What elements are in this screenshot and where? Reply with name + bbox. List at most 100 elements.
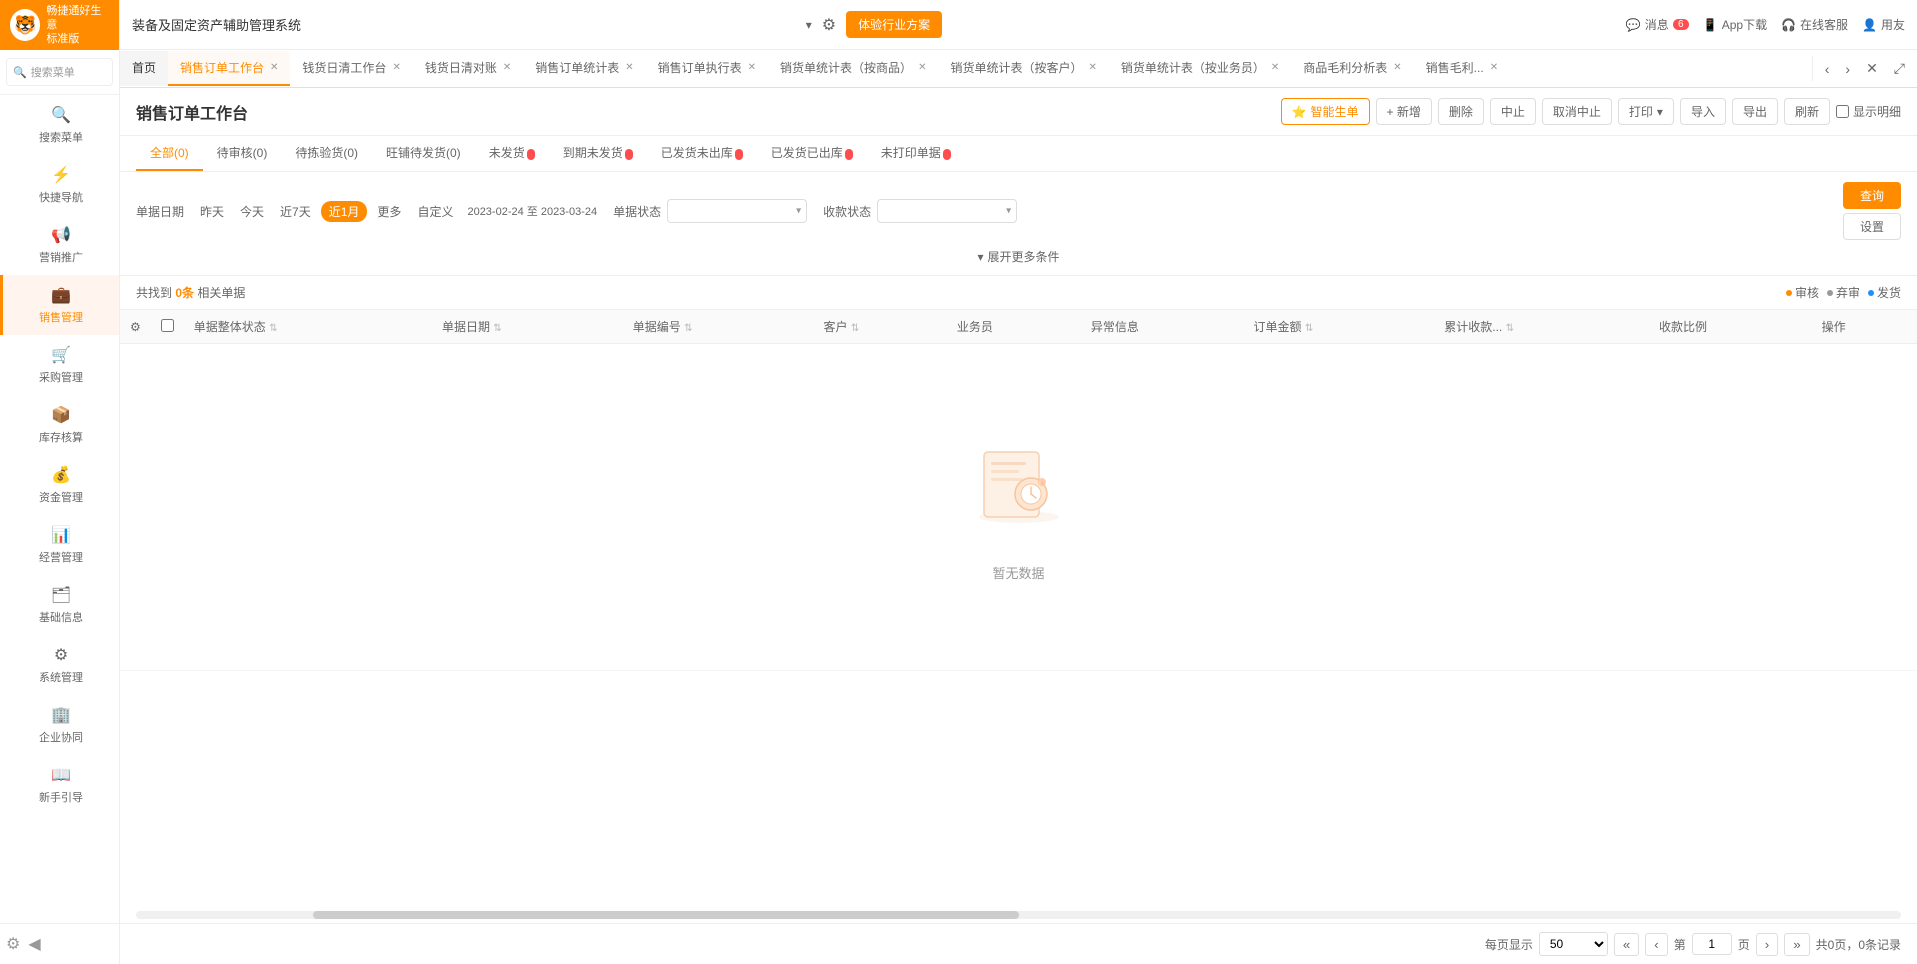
tab-cash-daily-reconcile[interactable]: 钱货日清对账✕ — [413, 51, 523, 86]
expand-conditions-button[interactable]: ▾ 展开更多条件 — [977, 248, 1059, 265]
show-detail-checkbox[interactable] — [1836, 105, 1849, 118]
sort-amount-icon[interactable]: ⇅ — [1305, 323, 1313, 334]
tab-close-gross-profit[interactable]: ✕ — [1393, 62, 1401, 73]
import-button[interactable]: 导入 — [1680, 98, 1726, 125]
last-page-button[interactable]: » — [1784, 933, 1809, 956]
sort-customer-icon[interactable]: ⇅ — [851, 323, 859, 334]
tab-sales-exec[interactable]: 销售订单执行表✕ — [646, 51, 768, 86]
select-all-checkbox[interactable] — [161, 319, 174, 332]
scrollbar-thumb[interactable] — [313, 911, 1019, 919]
tab-close-cash-daily-reconcile[interactable]: ✕ — [503, 62, 511, 73]
sort-date-icon[interactable]: ⇅ — [493, 323, 501, 334]
filter-tab-shipped-not-out[interactable]: 已发货未出库 — [647, 136, 757, 171]
sidebar-item-marketing[interactable]: 📢 营销推广 — [0, 215, 119, 275]
sidebar-item-quick-nav[interactable]: ⚡ 快捷导航 — [0, 155, 119, 215]
tab-nav-prev[interactable]: ‹ — [1819, 57, 1836, 81]
prev-page-button[interactable]: ‹ — [1645, 933, 1667, 956]
tab-close-sales-stats-product[interactable]: ✕ — [918, 62, 926, 73]
sort-status-icon[interactable]: ⇅ — [269, 323, 277, 334]
filter-tab-all[interactable]: 全部(0) — [136, 136, 203, 171]
tab-home[interactable]: 首页 — [120, 51, 168, 86]
horizontal-scrollbar[interactable] — [120, 907, 1917, 923]
filter-tab-bar: 全部(0)待审核(0)待拣验货(0)旺铺待发货(0)未发货到期未发货已发货未出库… — [120, 136, 1917, 172]
page-number-input[interactable] — [1692, 933, 1732, 955]
sort-cumulative-icon[interactable]: ⇅ — [1506, 323, 1514, 334]
table-header: ⚙ 单据整体状态 ⇅ 单据日期 ⇅ — [120, 310, 1917, 344]
date-custom[interactable]: 自定义 — [411, 201, 459, 222]
message-button[interactable]: 💬 消息 6 — [1626, 16, 1689, 33]
sidebar-item-sales[interactable]: 💼 销售管理 — [0, 275, 119, 335]
tab-close-sales-stats[interactable]: ✕ — [625, 62, 633, 73]
first-page-button[interactable]: « — [1614, 933, 1639, 956]
tab-sales-stats[interactable]: 销售订单统计表✕ — [523, 51, 645, 86]
filter-tab-not-shipped[interactable]: 未发货 — [475, 136, 549, 171]
revoke-action-button[interactable]: 弃审 — [1827, 284, 1860, 301]
filter-tab-wangpu-pending[interactable]: 旺铺待发货(0) — [372, 136, 475, 171]
tab-maximize[interactable]: ⤢ — [1888, 56, 1911, 81]
date-more[interactable]: 更多 — [371, 201, 407, 222]
cancel-suspend-button[interactable]: 取消中止 — [1542, 98, 1612, 125]
settings-icon[interactable]: ⚙ — [6, 934, 20, 954]
filter-tab-not-printed[interactable]: 未打印单据 — [867, 136, 965, 171]
show-detail-label[interactable]: 显示明细 — [1836, 103, 1901, 120]
system-dropdown[interactable]: ▾ — [806, 18, 812, 32]
sidebar-item-system[interactable]: ⚙ 系统管理 — [0, 635, 119, 695]
tab-close-all[interactable]: ✕ — [1860, 56, 1884, 81]
tab-close-sales-stats-employee[interactable]: ✕ — [1271, 62, 1279, 73]
collapse-icon[interactable]: ◀ — [28, 934, 40, 954]
filter-tab-pending-review[interactable]: 待审核(0) — [203, 136, 282, 171]
print-button[interactable]: 打印 ▾ — [1618, 98, 1674, 125]
date-yesterday[interactable]: 昨天 — [194, 201, 230, 222]
tab-cash-daily[interactable]: 钱货日清工作台✕ — [290, 51, 412, 86]
user-button[interactable]: 👤 用友 — [1862, 16, 1905, 33]
refresh-button[interactable]: 刷新 — [1784, 98, 1830, 125]
gear-icon[interactable]: ⚙ — [822, 15, 836, 35]
query-button[interactable]: 查询 — [1843, 182, 1901, 209]
filter-tab-pending-inspect[interactable]: 待拣验货(0) — [281, 136, 372, 171]
tab-close-sales-exec[interactable]: ✕ — [748, 62, 756, 73]
sidebar-item-search[interactable]: 🔍 搜索菜单 — [0, 95, 119, 155]
sidebar-item-finance[interactable]: 💰 资金管理 — [0, 455, 119, 515]
sidebar-item-guide[interactable]: 📖 新手引导 — [0, 755, 119, 815]
app-download-button[interactable]: 📱 App下载 — [1703, 16, 1767, 33]
tab-sales-stats-customer[interactable]: 销货单统计表（按客户）✕ — [938, 51, 1108, 86]
solution-button[interactable]: 体验行业方案 — [846, 11, 942, 38]
add-button[interactable]: + 新增 — [1376, 98, 1432, 125]
sidebar-item-purchase[interactable]: 🛒 采购管理 — [0, 335, 119, 395]
tab-sales-stats-employee[interactable]: 销货单统计表（按业务员）✕ — [1109, 51, 1291, 86]
filter-tab-shipped-out[interactable]: 已发货已出库 — [757, 136, 867, 171]
tab-sales-more[interactable]: 销售毛利...✕ — [1414, 51, 1510, 86]
tab-close-cash-daily[interactable]: ✕ — [392, 62, 400, 73]
column-settings-icon[interactable]: ⚙ — [130, 320, 141, 334]
status-select[interactable] — [667, 199, 807, 223]
sidebar-item-operation[interactable]: 📊 经营管理 — [0, 515, 119, 575]
next-page-button[interactable]: › — [1756, 933, 1778, 956]
search-menu-button[interactable]: 🔍 搜索菜单 — [6, 58, 113, 86]
sidebar-item-basic-info[interactable]: 🗂 基础信息 — [0, 575, 119, 635]
smart-generate-button[interactable]: ⭐ 智能生单 — [1281, 98, 1370, 125]
tab-sales-workbench[interactable]: 销售订单工作台✕ — [168, 51, 290, 86]
delete-button[interactable]: 删除 — [1438, 98, 1484, 125]
suspend-button[interactable]: 中止 — [1490, 98, 1536, 125]
payment-select[interactable] — [877, 199, 1017, 223]
ship-action-button[interactable]: 发货 — [1868, 284, 1901, 301]
tab-close-sales-stats-customer[interactable]: ✕ — [1088, 62, 1096, 73]
tab-sales-stats-product[interactable]: 销货单统计表（按商品）✕ — [768, 51, 938, 86]
date-today[interactable]: 今天 — [234, 201, 270, 222]
sidebar-item-inventory[interactable]: 📦 库存核算 — [0, 395, 119, 455]
export-button[interactable]: 导出 — [1732, 98, 1778, 125]
date-1month[interactable]: 近1月 — [321, 201, 368, 222]
setting-button[interactable]: 设置 — [1843, 213, 1901, 240]
sidebar-item-enterprise[interactable]: 🏢 企业协同 — [0, 695, 119, 755]
online-service-button[interactable]: 🎧 在线客服 — [1781, 16, 1848, 33]
sort-number-icon[interactable]: ⇅ — [684, 323, 692, 334]
date-7days[interactable]: 近7天 — [274, 201, 317, 222]
review-action-button[interactable]: 审核 — [1786, 284, 1819, 301]
th-date: 单据日期 ⇅ — [432, 310, 623, 344]
tab-gross-profit[interactable]: 商品毛利分析表✕ — [1291, 51, 1413, 86]
tab-close-sales-more[interactable]: ✕ — [1490, 62, 1498, 73]
tab-nav-next[interactable]: › — [1839, 57, 1856, 81]
tab-close-sales-workbench[interactable]: ✕ — [270, 62, 278, 73]
filter-tab-expired-not-shipped[interactable]: 到期未发货 — [549, 136, 647, 171]
per-page-select[interactable]: 50 10 20 100 — [1539, 932, 1608, 956]
